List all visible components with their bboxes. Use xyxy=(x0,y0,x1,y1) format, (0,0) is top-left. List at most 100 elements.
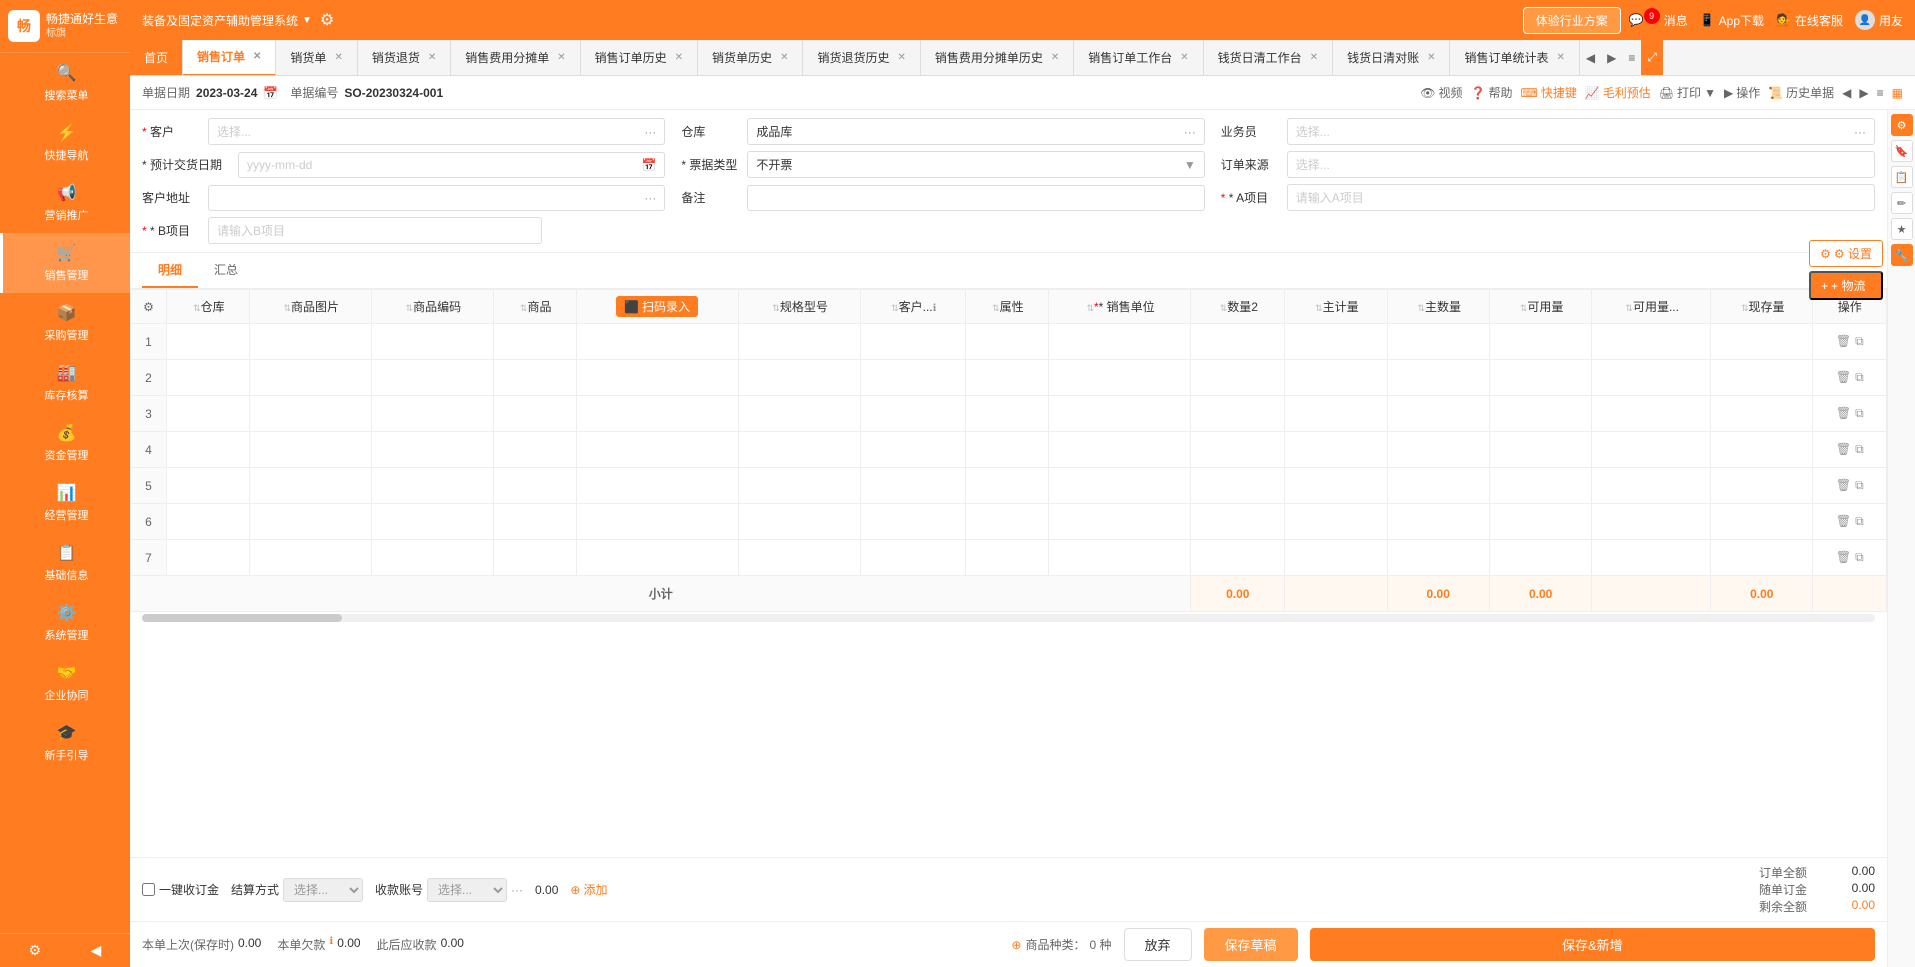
row-copy-5[interactable]: ⧉ xyxy=(1855,478,1864,493)
row-actions-1[interactable]: 🗑 ⧉ xyxy=(1813,324,1887,360)
row-image-3[interactable] xyxy=(249,396,371,432)
sidebar-item-system[interactable]: ⚙️ 系统管理 xyxy=(0,593,130,653)
calendar-icon[interactable]: 📅 xyxy=(263,86,278,100)
row-copy-3[interactable]: ⧉ xyxy=(1855,406,1864,421)
next-record-btn[interactable]: ▶ xyxy=(1859,86,1868,100)
row-attr-4[interactable] xyxy=(965,432,1048,468)
row-ccode-5[interactable] xyxy=(860,468,965,504)
number-value[interactable]: SO-20230324-001 xyxy=(344,86,443,100)
row-image-4[interactable] xyxy=(249,432,371,468)
row-product-5[interactable] xyxy=(493,468,576,504)
row-scan-1[interactable] xyxy=(576,324,738,360)
th-qty2[interactable]: ⇅数量2 xyxy=(1191,290,1285,324)
tab-sales-refund[interactable]: 销货退货 ✕ xyxy=(358,40,451,76)
tab-fee-split-close[interactable]: ✕ xyxy=(557,52,565,63)
sidebar-collapse-icon[interactable]: ◀ xyxy=(91,942,102,959)
row-avail2-1[interactable] xyxy=(1592,324,1711,360)
th-available[interactable]: ⇅可用量 xyxy=(1489,290,1591,324)
row-product-7[interactable] xyxy=(493,540,576,576)
settings-gear-icon[interactable]: ⚙ xyxy=(320,10,334,30)
row-warehouse-7[interactable] xyxy=(167,540,250,576)
row-unit-3[interactable] xyxy=(1048,396,1191,432)
form-view-btn[interactable]: ▦ xyxy=(1892,86,1903,100)
row-image-1[interactable] xyxy=(249,324,371,360)
scan-button[interactable]: ⬛扫码录入 xyxy=(616,296,698,317)
row-qty2-1[interactable] xyxy=(1191,324,1285,360)
help-btn[interactable]: ❓ 帮助 xyxy=(1471,84,1513,101)
th-gear[interactable]: ⚙ xyxy=(131,290,167,324)
row-copy-4[interactable]: ⧉ xyxy=(1855,442,1864,457)
customer-input[interactable]: 选择... ··· xyxy=(208,118,665,145)
row-mqty-4[interactable] xyxy=(1387,432,1489,468)
row-spec-5[interactable] xyxy=(738,468,860,504)
th-image[interactable]: ⇅商品图片 xyxy=(249,290,371,324)
right-panel-btn-5[interactable]: ★ xyxy=(1891,218,1913,240)
row-attr-7[interactable] xyxy=(965,540,1048,576)
tab-sales-order-close[interactable]: ✕ xyxy=(253,51,261,62)
row-mqty-6[interactable] xyxy=(1387,504,1489,540)
solution-button[interactable]: 体验行业方案 xyxy=(1523,7,1621,34)
tab-refund-history[interactable]: 销货退货历史 ✕ xyxy=(803,40,920,76)
row-mqty-1[interactable] xyxy=(1387,324,1489,360)
tab-expand[interactable]: ⤢ xyxy=(1641,40,1663,76)
row-warehouse-4[interactable] xyxy=(167,432,250,468)
row-spec-4[interactable] xyxy=(738,432,860,468)
row-delete-3[interactable]: 🗑 xyxy=(1836,406,1851,421)
tab-cash-reconcile[interactable]: 钱货日清对账 ✕ xyxy=(1333,40,1450,76)
row-attr-1[interactable] xyxy=(965,324,1048,360)
tab-fee-split[interactable]: 销售费用分摊单 ✕ xyxy=(451,40,580,76)
row-product-3[interactable] xyxy=(493,396,576,432)
delivery-input[interactable]: yyyy-mm-dd 📅 xyxy=(238,152,665,178)
row-warehouse-5[interactable] xyxy=(167,468,250,504)
row-copy-7[interactable]: ⧉ xyxy=(1855,550,1864,565)
tab-sales-order[interactable]: 销售订单 ✕ xyxy=(183,40,276,76)
row-delete-4[interactable]: 🗑 xyxy=(1836,442,1851,457)
tab-sales-stat-close[interactable]: ✕ xyxy=(1557,52,1565,63)
row-munit-2[interactable] xyxy=(1285,360,1387,396)
row-spec-2[interactable] xyxy=(738,360,860,396)
row-avail2-3[interactable] xyxy=(1592,396,1711,432)
tab-refund-history-close[interactable]: ✕ xyxy=(897,52,905,63)
row-scan-5[interactable] xyxy=(576,468,738,504)
row-avail-4[interactable] xyxy=(1489,432,1591,468)
th-attr[interactable]: ⇅属性 xyxy=(965,290,1048,324)
sidebar-item-finance[interactable]: 💰 资金管理 xyxy=(0,413,130,473)
row-spec-7[interactable] xyxy=(738,540,860,576)
tab-next[interactable]: ▶ xyxy=(1601,40,1622,76)
invoice-input[interactable]: 不开票 ▼ xyxy=(747,151,1204,178)
row-warehouse-2[interactable] xyxy=(167,360,250,396)
user-action[interactable]: 👤 用友 xyxy=(1855,10,1903,30)
row-stock-3[interactable] xyxy=(1711,396,1813,432)
row-spec-3[interactable] xyxy=(738,396,860,432)
sidebar-item-operations[interactable]: 📊 经营管理 xyxy=(0,473,130,533)
order-source-input[interactable]: 选择... xyxy=(1287,151,1875,178)
list-view-btn[interactable]: ≡ xyxy=(1877,86,1884,100)
th-code[interactable]: ⇅商品编码 xyxy=(371,290,493,324)
row-stock-2[interactable] xyxy=(1711,360,1813,396)
row-code-6[interactable] xyxy=(371,504,493,540)
a-project-input[interactable]: 请输入A项目 xyxy=(1287,184,1875,211)
th-available2[interactable]: ⇅可用量... xyxy=(1592,290,1711,324)
discard-button[interactable]: 放弃 xyxy=(1124,928,1192,961)
tab-return-history[interactable]: 销货单历史 ✕ xyxy=(698,40,803,76)
row-stock-6[interactable] xyxy=(1711,504,1813,540)
customer-address-input[interactable]: ··· xyxy=(208,185,665,211)
row-avail2-2[interactable] xyxy=(1592,360,1711,396)
row-scan-6[interactable] xyxy=(576,504,738,540)
row-delete-6[interactable]: 🗑 xyxy=(1836,514,1851,529)
tab-cash-reconcile-close[interactable]: ✕ xyxy=(1427,52,1435,63)
row-ccode-7[interactable] xyxy=(860,540,965,576)
row-warehouse-6[interactable] xyxy=(167,504,250,540)
row-code-4[interactable] xyxy=(371,432,493,468)
tab-order-history[interactable]: 销售订单历史 ✕ xyxy=(581,40,698,76)
row-copy-1[interactable]: ⧉ xyxy=(1855,334,1864,349)
row-image-7[interactable] xyxy=(249,540,371,576)
row-munit-1[interactable] xyxy=(1285,324,1387,360)
row-munit-7[interactable] xyxy=(1285,540,1387,576)
shortcut-btn[interactable]: ⌨ 快捷键 xyxy=(1521,84,1577,101)
message-action[interactable]: 💬 9 消息 xyxy=(1629,12,1688,29)
tab-fee-history-close[interactable]: ✕ xyxy=(1051,52,1059,63)
row-avail2-5[interactable] xyxy=(1592,468,1711,504)
row-warehouse-3[interactable] xyxy=(167,396,250,432)
row-avail-7[interactable] xyxy=(1489,540,1591,576)
